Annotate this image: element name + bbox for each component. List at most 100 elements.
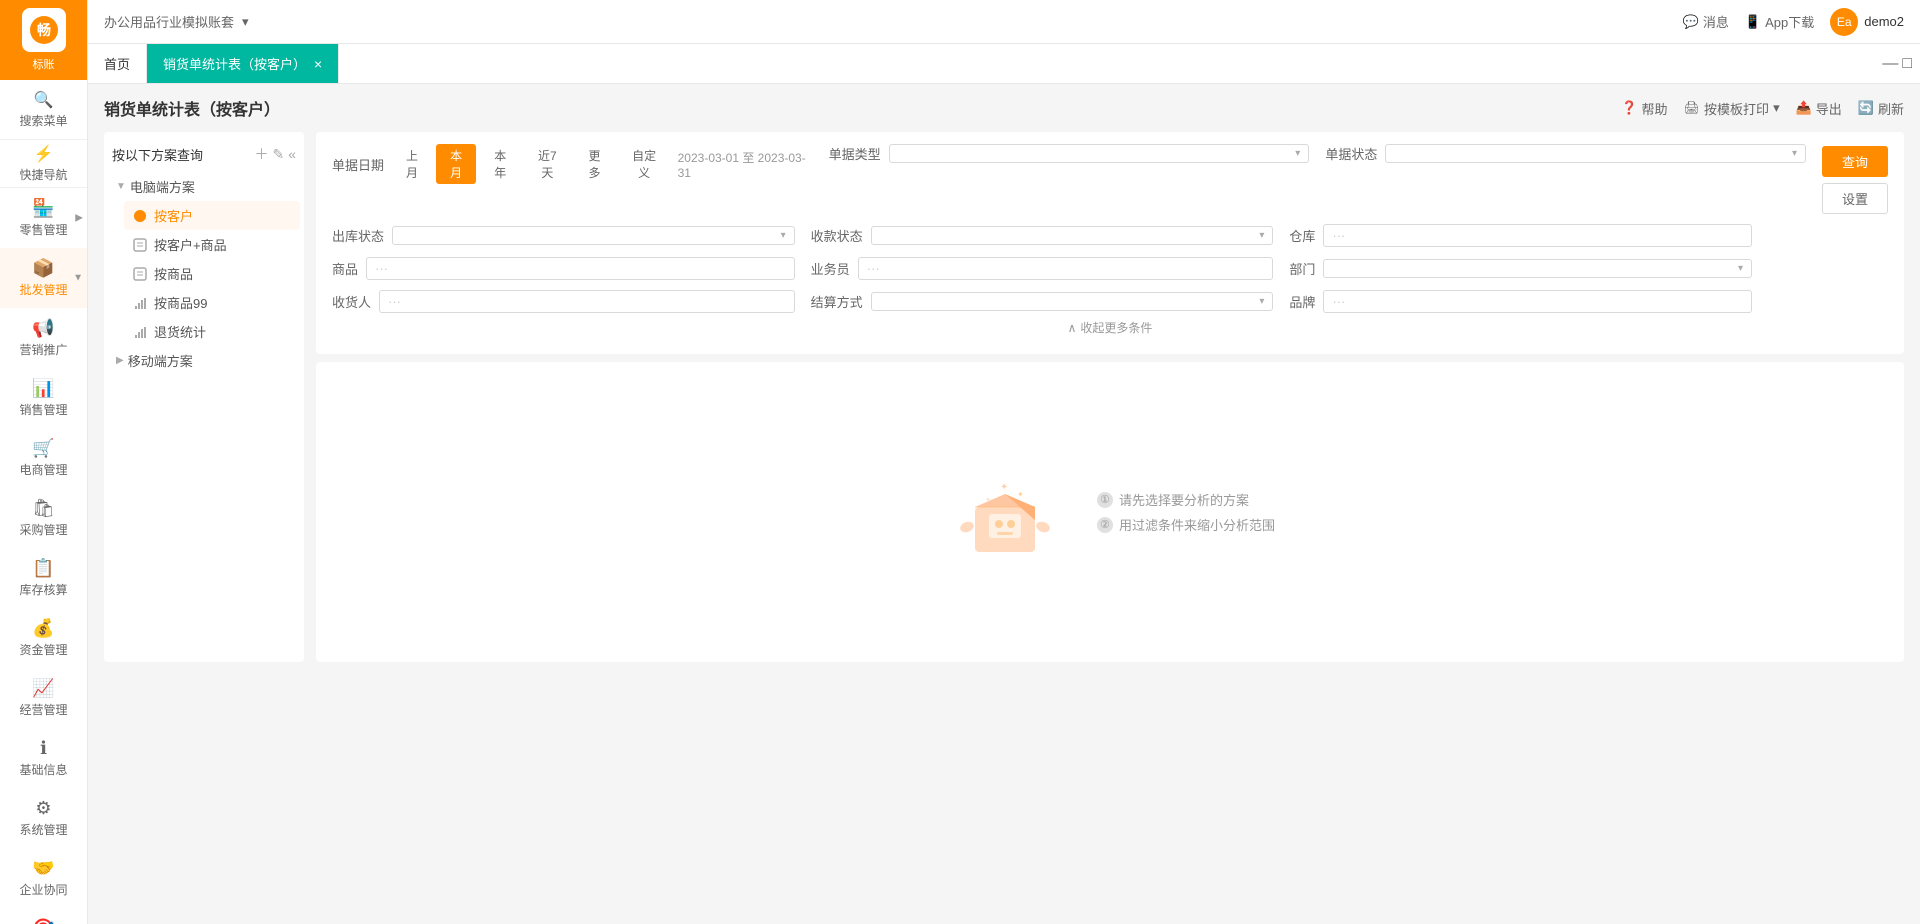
voucher-state-arrow-icon: ▾ <box>1792 148 1797 159</box>
message-button[interactable]: 💬 消息 <box>1683 12 1729 31</box>
filter-row-2: 出库状态 ▾ 收款状态 ▾ <box>332 224 1888 247</box>
tab-minimize-icon[interactable]: — <box>1882 55 1898 73</box>
tree-desktop-section[interactable]: ▼ 电脑端方案 <box>108 172 300 201</box>
logo-text: 标账 <box>33 56 55 72</box>
warehouse-select[interactable]: ··· <box>1323 224 1752 247</box>
sidebar-item-marketing[interactable]: 📢 营销推广 <box>0 308 87 368</box>
staff-select[interactable]: ··· <box>858 257 1274 280</box>
receipt-state-select[interactable]: ▾ <box>871 226 1274 245</box>
main-area: 办公用品行业模拟账套 ▾ 💬 消息 📱 App下载 Ea demo2 首页 <box>88 0 1920 924</box>
dept-select[interactable]: ▾ <box>1323 259 1752 278</box>
brand-select[interactable]: ··· <box>1323 290 1752 313</box>
out-state-label: 出库状态 <box>332 226 384 245</box>
customer-scheme-icon <box>132 208 148 224</box>
date-btn-custom[interactable]: 自定义 <box>619 144 670 184</box>
cg-scheme-icon <box>132 237 148 253</box>
sidebar-item-operations-label: 经营管理 <box>19 701 67 718</box>
sidebar-item-inventory-label: 库存核算 <box>19 581 67 598</box>
basic-icon: ℹ <box>40 738 47 759</box>
left-panel-title: 按以下方案查询 <box>112 145 250 164</box>
tree-desktop-arrow: ▼ <box>116 181 126 192</box>
voucher-type-filter: 单据类型 ▾ <box>829 144 1310 163</box>
receiver-select[interactable]: ··· <box>379 290 795 313</box>
sidebar-nav-label: 快捷导航 <box>19 166 67 183</box>
sidebar-item-ecom[interactable]: 🛒 电商管理 <box>0 428 87 488</box>
sidebar-logo[interactable]: 畅 标账 <box>0 0 87 80</box>
sidebar-item-retail[interactable]: 🏪 零售管理 ▶ <box>0 188 87 248</box>
staff-filter: 业务员 ··· <box>811 257 1274 280</box>
empty-tip-2: ② 用过滤条件来缩小分析范围 <box>1097 515 1275 534</box>
tabs-controls: — □ <box>1874 44 1920 83</box>
tab-maximize-icon[interactable]: □ <box>1902 55 1912 73</box>
query-button[interactable]: 查询 <box>1822 146 1888 177</box>
add-scheme-button[interactable]: ＋ <box>254 144 268 164</box>
left-panel: 按以下方案查询 ＋ ✎ « ▼ 电脑端方案 <box>104 132 304 662</box>
receipt-state-arrow-icon: ▾ <box>1259 230 1264 241</box>
date-btn-last-month[interactable]: 上月 <box>392 144 432 184</box>
scheme-returns[interactable]: 退货统计 <box>124 317 300 346</box>
out-state-arrow-icon: ▾ <box>781 230 786 241</box>
sidebar-item-operations[interactable]: 📈 经营管理 <box>0 668 87 728</box>
date-btn-this-month[interactable]: 本月 <box>436 144 476 184</box>
page-header: 销货单统计表（按客户） ❓ 帮助 🖨 按模板打印 ▾ 📤 导出 🔄 刷新 <box>104 96 1904 120</box>
tree-mobile-label: 移动端方案 <box>128 351 193 370</box>
header-dropdown-icon[interactable]: ▾ <box>242 14 249 30</box>
date-btn-more[interactable]: 更多 <box>574 144 614 184</box>
user-name: demo2 <box>1864 14 1904 29</box>
sidebar-search[interactable]: 🔍 搜索菜单 <box>0 80 87 140</box>
export-button[interactable]: 📤 导出 <box>1796 99 1842 118</box>
app-download-button[interactable]: 📱 App下载 <box>1745 12 1814 31</box>
sidebar-item-retail-label: 零售管理 <box>19 221 67 238</box>
content-area: 按以下方案查询 ＋ ✎ « ▼ 电脑端方案 <box>104 132 1904 662</box>
sidebar-item-wholesale[interactable]: 📦 批发管理 ▼ <box>0 248 87 308</box>
sidebar-item-finance[interactable]: 💰 资金管理 <box>0 608 87 668</box>
voucher-state-label: 单据状态 <box>1325 144 1377 163</box>
top-header: 办公用品行业模拟账套 ▾ 💬 消息 📱 App下载 Ea demo2 <box>88 0 1920 44</box>
tab-home[interactable]: 首页 <box>88 44 147 83</box>
tab-close-icon[interactable]: × <box>314 56 322 72</box>
tip1-num: ① <box>1097 492 1113 508</box>
voucher-state-select[interactable]: ▾ <box>1385 144 1806 163</box>
filter-row-1: 单据日期 上月 本月 本年 近7天 更多 自定义 2023-03-01 至 20… <box>332 144 1888 214</box>
print-button[interactable]: 🖨 按模板打印 ▾ <box>1684 99 1780 118</box>
sidebar-item-wholesale-label: 批发管理 <box>19 281 67 298</box>
scheme-by-customer[interactable]: 按客户 <box>124 201 300 230</box>
settle-filter: 结算方式 ▾ <box>811 292 1274 311</box>
sidebar-item-collab[interactable]: 🤝 企业协同 <box>0 848 87 908</box>
export-icon: 📤 <box>1796 100 1812 116</box>
refresh-button[interactable]: 🔄 刷新 <box>1858 99 1904 118</box>
warehouse-dots: ··· <box>1332 228 1743 243</box>
brand-dots: ··· <box>1332 294 1743 309</box>
sidebar-item-sales[interactable]: 📊 销售管理 <box>0 368 87 428</box>
edit-scheme-button[interactable]: ✎ <box>272 146 284 163</box>
scheme-by-customer-goods[interactable]: 按客户+商品 <box>124 230 300 259</box>
sidebar-item-purchase[interactable]: 🛍 采购管理 <box>0 488 87 548</box>
settle-select[interactable]: ▾ <box>871 292 1274 311</box>
collapse-panel-button[interactable]: « <box>288 146 296 162</box>
tab-bar: 首页 销货单统计表（按客户） × — □ <box>88 44 1920 84</box>
tab-sales-stats[interactable]: 销货单统计表（按客户） × <box>147 44 339 83</box>
sidebar-item-guide[interactable]: 🎯 新手引导 <box>0 908 87 924</box>
date-btn-7days[interactable]: 近7天 <box>524 144 570 184</box>
user-profile[interactable]: Ea demo2 <box>1830 8 1904 36</box>
settings-button[interactable]: 设置 <box>1822 183 1888 214</box>
goods-select[interactable]: ··· <box>366 257 795 280</box>
out-state-select[interactable]: ▾ <box>392 226 795 245</box>
sidebar-item-system[interactable]: ⚙ 系统管理 <box>0 788 87 848</box>
page-title: 销货单统计表（按客户） <box>104 96 280 120</box>
date-btn-this-year[interactable]: 本年 <box>480 144 520 184</box>
help-button[interactable]: ❓ 帮助 <box>1621 99 1667 118</box>
refresh-icon: 🔄 <box>1858 100 1874 116</box>
sidebar-item-inventory[interactable]: 📋 库存核算 <box>0 548 87 608</box>
wholesale-arrow-icon: ▼ <box>73 273 83 284</box>
scheme-by-goods[interactable]: 按商品 <box>124 259 300 288</box>
retail-icon: 🏪 <box>32 198 54 219</box>
empty-illustration: ✦ ✦ ✦ <box>945 452 1065 572</box>
svg-text:✦: ✦ <box>1000 482 1008 493</box>
sidebar-item-basic[interactable]: ℹ 基础信息 <box>0 728 87 788</box>
scheme-by-goods99[interactable]: 按商品99 <box>124 288 300 317</box>
collapse-filters-button[interactable]: ∧ 收起更多条件 <box>332 313 1888 342</box>
voucher-type-select[interactable]: ▾ <box>889 144 1310 163</box>
sidebar-quick-nav[interactable]: ⚡ 快捷导航 <box>0 140 87 188</box>
tree-mobile-section[interactable]: ▶ 移动端方案 <box>108 346 300 375</box>
